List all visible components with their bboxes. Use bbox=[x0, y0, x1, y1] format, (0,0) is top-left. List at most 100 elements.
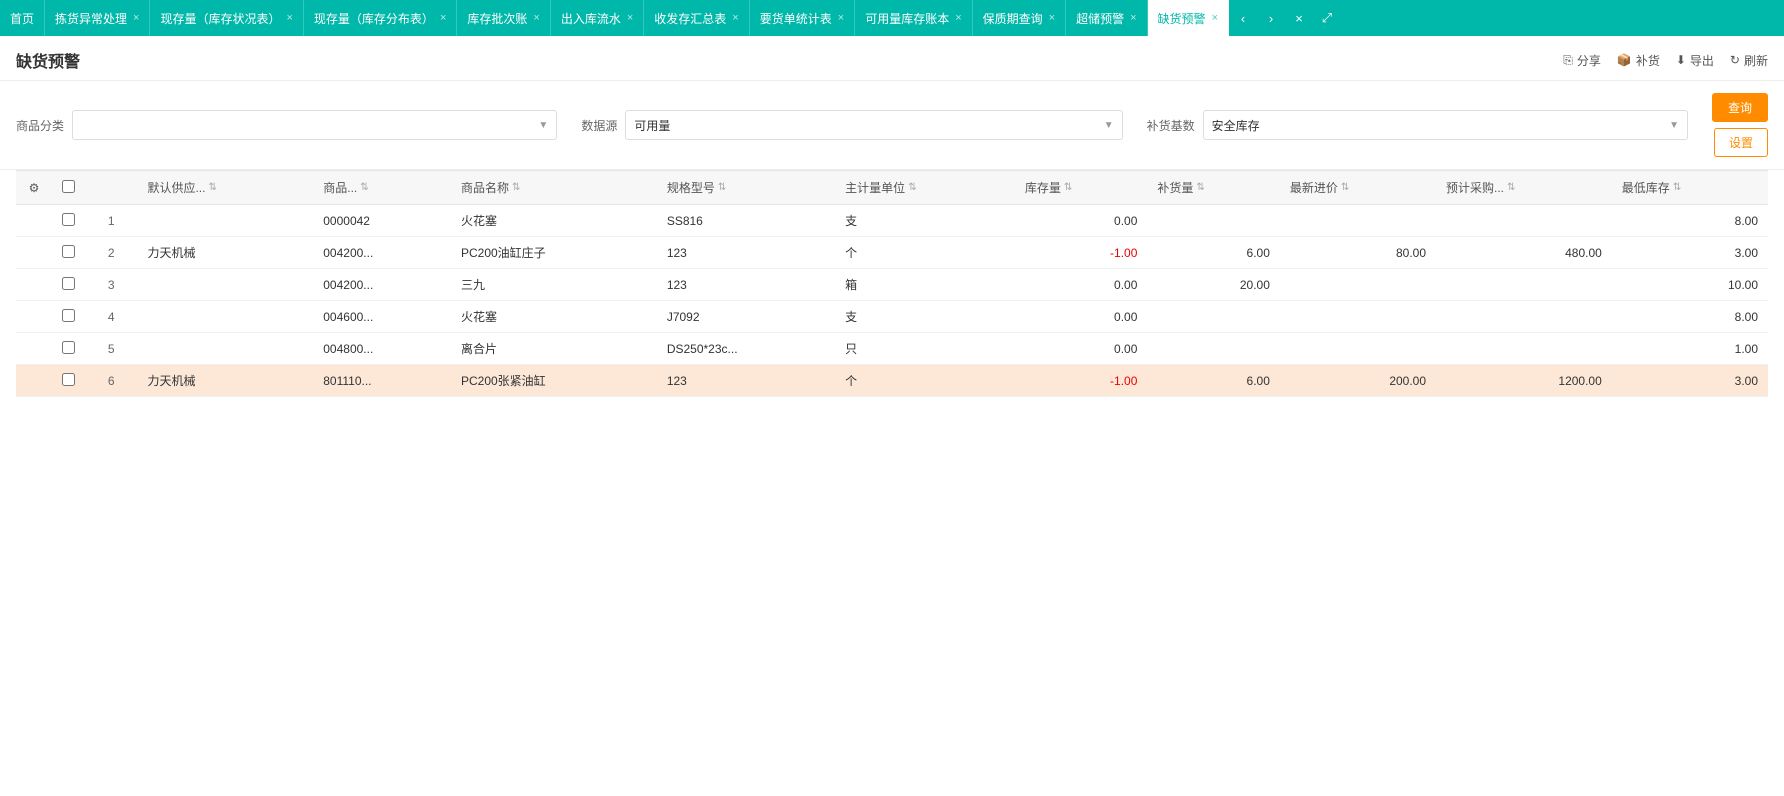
query-button[interactable]: 查询 bbox=[1712, 93, 1768, 122]
row-est-purchase-cell bbox=[1436, 333, 1612, 365]
datasource-filter: 数据源 可用量 ▼ bbox=[581, 110, 1122, 140]
row-spec-cell: 123 bbox=[657, 269, 835, 301]
row-checkbox-cell[interactable] bbox=[52, 301, 85, 333]
row-stock-cell: -1.00 bbox=[1015, 365, 1148, 397]
tab-home[interactable]: 首页 bbox=[0, 0, 45, 36]
category-select[interactable]: ▼ bbox=[72, 110, 557, 140]
category-label: 商品分类 bbox=[16, 117, 64, 134]
rownum-column-header bbox=[85, 171, 137, 205]
tab-picking[interactable]: 拣货异常处理 × bbox=[45, 0, 150, 36]
row-spec-cell: J7092 bbox=[657, 301, 835, 333]
refresh-action[interactable]: ↻ 刷新 bbox=[1730, 52, 1768, 69]
row-est-purchase-cell bbox=[1436, 205, 1612, 237]
tab-close-icon[interactable]: × bbox=[286, 12, 292, 24]
tab-available[interactable]: 可用量库存账本 × bbox=[855, 0, 972, 36]
replenish-action[interactable]: 📦 补货 bbox=[1617, 52, 1660, 69]
table-row[interactable]: 4 004600... 火花塞 J7092 支 0.00 8.00 bbox=[16, 301, 1768, 333]
tab-batch[interactable]: 库存批次账 × bbox=[457, 0, 550, 36]
tab-next-btn[interactable]: › bbox=[1257, 0, 1285, 36]
spec-column-header[interactable]: 规格型号 ⇅ bbox=[657, 171, 835, 205]
select-all-checkbox[interactable] bbox=[62, 180, 75, 193]
row-replenish-cell: 6.00 bbox=[1147, 237, 1280, 269]
row-stock-cell: -1.00 bbox=[1015, 237, 1148, 269]
unit-column-header[interactable]: 主计量单位 ⇅ bbox=[835, 171, 1015, 205]
settings-button[interactable]: 设置 bbox=[1714, 128, 1768, 157]
row-checkbox-cell[interactable] bbox=[52, 205, 85, 237]
sort-icon: ⇅ bbox=[1196, 182, 1204, 193]
replenish-column-header[interactable]: 补货量 ⇅ bbox=[1147, 171, 1280, 205]
tab-overstock[interactable]: 超储预警 × bbox=[1066, 0, 1147, 36]
tab-prev-btn[interactable]: ‹ bbox=[1229, 0, 1257, 36]
tab-close-icon[interactable]: × bbox=[1049, 12, 1055, 24]
row-checkbox[interactable] bbox=[62, 373, 75, 386]
tab-close-all-btn[interactable]: × bbox=[1285, 0, 1313, 36]
row-supplier-cell bbox=[137, 269, 313, 301]
row-checkbox[interactable] bbox=[62, 341, 75, 354]
tab-stock-dist[interactable]: 现存量（库存分布表） × bbox=[304, 0, 457, 36]
min-stock-column-header[interactable]: 最低库存 ⇅ bbox=[1612, 171, 1768, 205]
tab-close-icon[interactable]: × bbox=[133, 12, 139, 24]
tab-shortage[interactable]: 缺货预警 × bbox=[1148, 0, 1229, 36]
sort-icon: ⇅ bbox=[908, 182, 916, 193]
tab-close-icon[interactable]: × bbox=[1130, 12, 1136, 24]
filter-bar: 商品分类 ▼ 数据源 可用量 ▼ 补货基数 安全库存 ▼ 查询 设置 bbox=[0, 81, 1784, 170]
tab-expand-btn[interactable]: ⤢ bbox=[1313, 0, 1341, 36]
row-number-cell: 3 bbox=[85, 269, 137, 301]
stock-column-header[interactable]: 库存量 ⇅ bbox=[1015, 171, 1148, 205]
tab-flow[interactable]: 出入库流水 × bbox=[551, 0, 644, 36]
default-supplier-column-header[interactable]: 默认供应... ⇅ bbox=[137, 171, 313, 205]
table-row[interactable]: 6 力天机械 801110... PC200张紧油缸 123 个 -1.00 6… bbox=[16, 365, 1768, 397]
export-action[interactable]: ⬇ 导出 bbox=[1676, 52, 1714, 69]
row-min-stock-cell: 3.00 bbox=[1612, 365, 1768, 397]
tab-close-icon[interactable]: × bbox=[440, 12, 446, 24]
row-checkbox[interactable] bbox=[62, 277, 75, 290]
table-row[interactable]: 2 力天机械 004200... PC200油缸庄子 123 个 -1.00 6… bbox=[16, 237, 1768, 269]
row-checkbox[interactable] bbox=[62, 309, 75, 322]
datasource-select[interactable]: 可用量 ▼ bbox=[625, 110, 1122, 140]
row-checkbox-cell[interactable] bbox=[52, 237, 85, 269]
row-supplier-cell bbox=[137, 333, 313, 365]
table-row[interactable]: 1 0000042 火花塞 SS816 支 0.00 8.00 bbox=[16, 205, 1768, 237]
row-latest-price-cell bbox=[1280, 205, 1436, 237]
row-gear-cell bbox=[16, 301, 52, 333]
table-row[interactable]: 3 004200... 三九 123 箱 0.00 20.00 10.00 bbox=[16, 269, 1768, 301]
row-checkbox-cell[interactable] bbox=[52, 333, 85, 365]
table-row[interactable]: 5 004800... 离合片 DS250*23c... 只 0.00 1.00 bbox=[16, 333, 1768, 365]
base-select[interactable]: 安全库存 ▼ bbox=[1203, 110, 1688, 140]
est-purchase-column-header[interactable]: 预计采购... ⇅ bbox=[1436, 171, 1612, 205]
row-number-cell: 2 bbox=[85, 237, 137, 269]
tab-close-icon[interactable]: × bbox=[1212, 12, 1218, 24]
share-action[interactable]: ⎘ 分享 bbox=[1563, 52, 1601, 69]
checkbox-column-header[interactable] bbox=[52, 171, 85, 205]
row-gear-cell bbox=[16, 333, 52, 365]
row-latest-price-cell: 200.00 bbox=[1280, 365, 1436, 397]
tab-close-icon[interactable]: × bbox=[533, 12, 539, 24]
tab-close-icon[interactable]: × bbox=[838, 12, 844, 24]
tab-close-icon[interactable]: × bbox=[627, 12, 633, 24]
row-unit-cell: 个 bbox=[835, 237, 1015, 269]
tab-close-icon[interactable]: × bbox=[955, 12, 961, 24]
tab-summary[interactable]: 收发存汇总表 × bbox=[644, 0, 749, 36]
datasource-label: 数据源 bbox=[581, 117, 617, 134]
row-checkbox-cell[interactable] bbox=[52, 365, 85, 397]
tab-stock-status[interactable]: 现存量（库存状况表） × bbox=[150, 0, 303, 36]
goods-name-column-header[interactable]: 商品名称 ⇅ bbox=[451, 171, 657, 205]
row-supplier-cell bbox=[137, 205, 313, 237]
row-checkbox-cell[interactable] bbox=[52, 269, 85, 301]
row-goods-name-cell: 离合片 bbox=[451, 333, 657, 365]
latest-price-column-header[interactable]: 最新进价 ⇅ bbox=[1280, 171, 1436, 205]
tab-bar: 首页 拣货异常处理 × 现存量（库存状况表） × 现存量（库存分布表） × 库存… bbox=[0, 0, 1784, 36]
row-checkbox[interactable] bbox=[62, 213, 75, 226]
row-number-cell: 4 bbox=[85, 301, 137, 333]
sort-icon: ⇅ bbox=[1673, 182, 1681, 193]
tab-close-icon[interactable]: × bbox=[732, 12, 738, 24]
goods-code-column-header[interactable]: 商品... ⇅ bbox=[313, 171, 451, 205]
gear-column-header[interactable]: ⚙ bbox=[16, 171, 52, 205]
main-content: 缺货预警 ⎘ 分享 📦 补货 ⬇ 导出 ↻ 刷新 商品分类 bbox=[0, 36, 1784, 796]
row-gear-cell bbox=[16, 205, 52, 237]
row-goods-name-cell: 火花塞 bbox=[451, 205, 657, 237]
tab-expiry[interactable]: 保质期查询 × bbox=[973, 0, 1066, 36]
row-checkbox[interactable] bbox=[62, 245, 75, 258]
tab-req-stats[interactable]: 要货单统计表 × bbox=[750, 0, 855, 36]
row-min-stock-cell: 3.00 bbox=[1612, 237, 1768, 269]
